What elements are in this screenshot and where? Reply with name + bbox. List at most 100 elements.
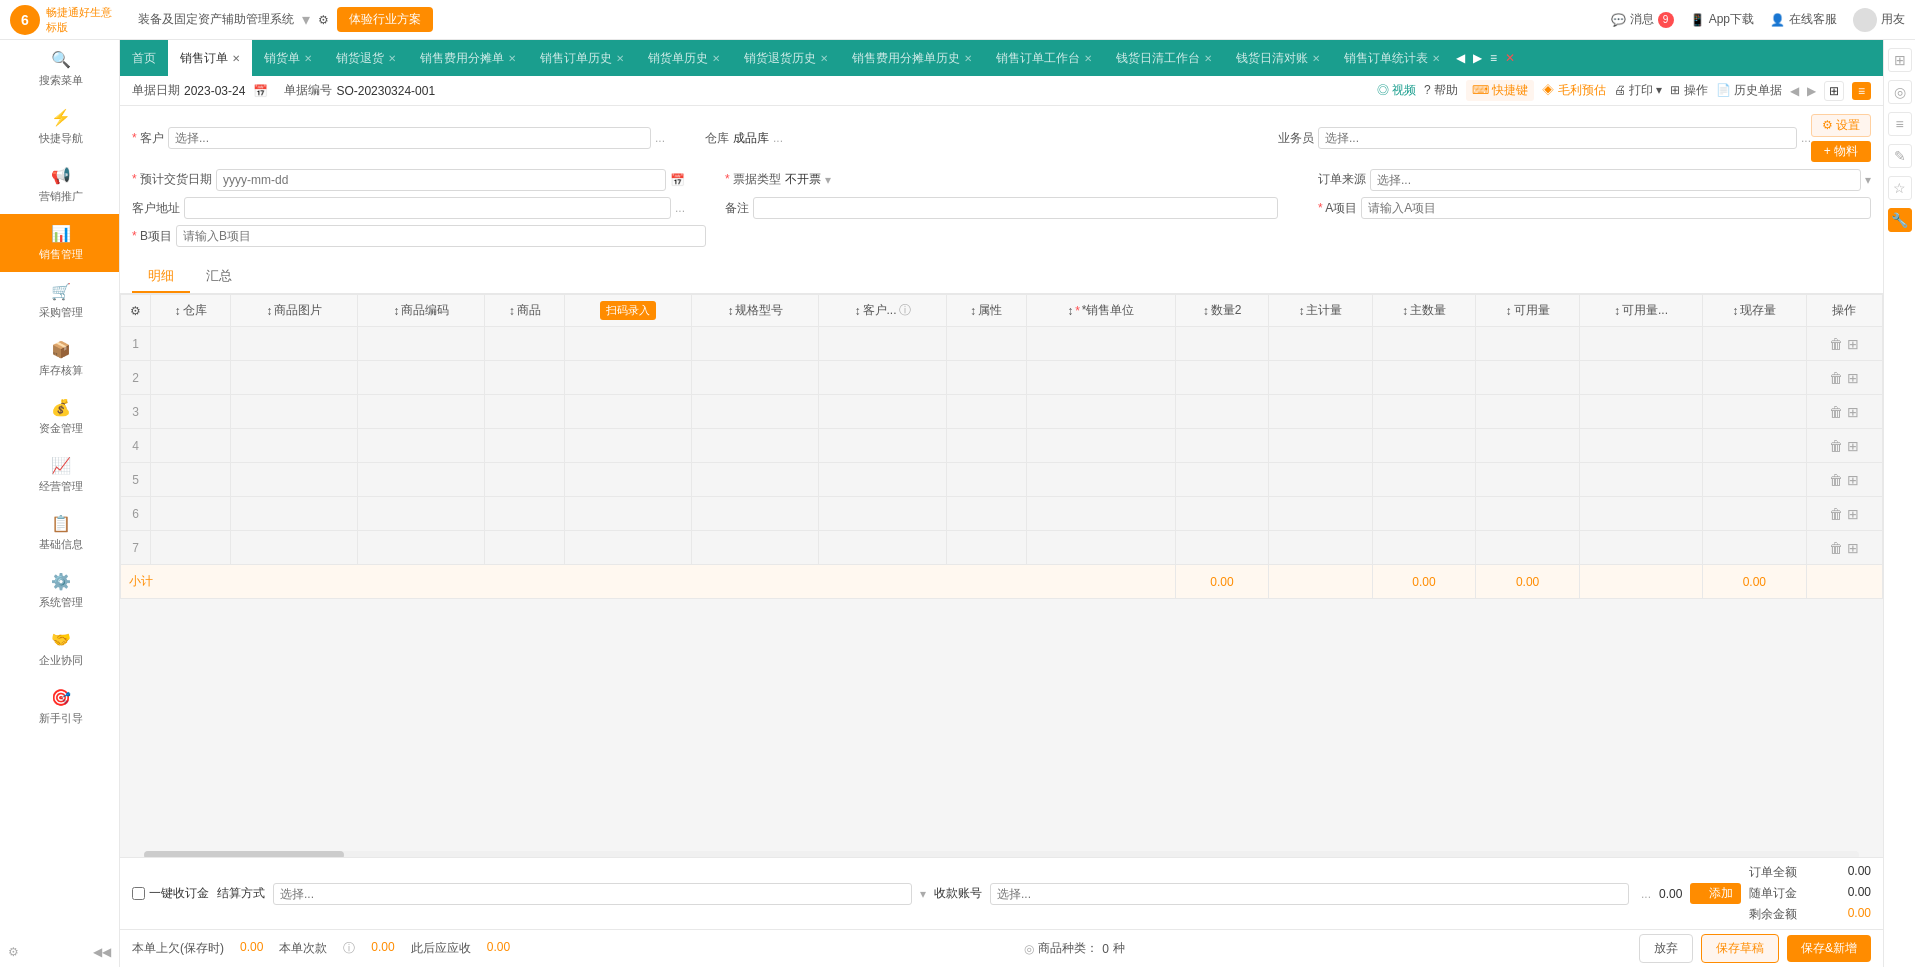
right-tool-5[interactable]: ☆ bbox=[1888, 176, 1912, 200]
tab-close-all[interactable]: ✕ bbox=[1501, 51, 1519, 65]
cell-unit-4[interactable] bbox=[1026, 429, 1175, 463]
cell-avail-1[interactable] bbox=[1476, 327, 1580, 361]
cell-unit-1[interactable] bbox=[1026, 327, 1175, 361]
cell-customer-code-2[interactable] bbox=[819, 361, 946, 395]
project-a-input[interactable] bbox=[1361, 197, 1871, 219]
cell-spec-1[interactable] bbox=[692, 327, 819, 361]
view-video-btn[interactable]: ◎ 视频 bbox=[1377, 82, 1416, 99]
cell-scan-7[interactable] bbox=[565, 531, 692, 565]
save-new-btn[interactable]: 保存&新增 bbox=[1787, 935, 1871, 962]
operations-btn[interactable]: ⊞ 操作 bbox=[1670, 82, 1707, 99]
note-input[interactable] bbox=[753, 197, 1278, 219]
nav-next-icon[interactable]: ▶ bbox=[1807, 84, 1816, 98]
cell-main-qty-4[interactable] bbox=[1372, 429, 1476, 463]
cell-product-1[interactable] bbox=[485, 327, 565, 361]
cell-qty2-6[interactable] bbox=[1175, 497, 1268, 531]
history-btn[interactable]: 📄 历史单据 bbox=[1716, 82, 1782, 99]
card-view-btn[interactable]: ≡ bbox=[1852, 82, 1871, 100]
cell-unit-3[interactable] bbox=[1026, 395, 1175, 429]
cell-scan-5[interactable] bbox=[565, 463, 692, 497]
cell-stock-2[interactable] bbox=[1703, 361, 1807, 395]
cell-product-3[interactable] bbox=[485, 395, 565, 429]
cell-image-3[interactable] bbox=[231, 395, 358, 429]
date-calendar-icon[interactable]: 📅 bbox=[253, 84, 268, 98]
cell-main-unit-4[interactable] bbox=[1269, 429, 1373, 463]
sidebar-item-collaboration[interactable]: 🤝 企业协同 bbox=[0, 620, 119, 678]
tab-stats[interactable]: 销售订单统计表 ✕ bbox=[1332, 40, 1452, 76]
cell-attr-5[interactable] bbox=[946, 463, 1026, 497]
settings-icon[interactable]: ⚙ bbox=[318, 13, 329, 27]
cell-main-unit-7[interactable] bbox=[1269, 531, 1373, 565]
cell-image-1[interactable] bbox=[231, 327, 358, 361]
bank-dots-icon[interactable]: ... bbox=[1641, 887, 1651, 901]
cell-attr-3[interactable] bbox=[946, 395, 1026, 429]
tab-nav-list[interactable]: ≡ bbox=[1486, 51, 1501, 65]
deposit-checkbox-label[interactable]: 一键收订金 bbox=[132, 885, 209, 902]
cell-warehouse-4[interactable] bbox=[151, 429, 231, 463]
copy-row-7-icon[interactable]: ⊞ bbox=[1847, 540, 1859, 556]
tab-reconcile-close[interactable]: ✕ bbox=[1312, 53, 1320, 64]
delete-row-3-icon[interactable]: 🗑 bbox=[1829, 404, 1843, 420]
grid-view-btn[interactable]: ⊞ bbox=[1824, 81, 1844, 101]
cell-avail-6[interactable] bbox=[1476, 497, 1580, 531]
cell-warehouse-2[interactable] bbox=[151, 361, 231, 395]
copy-row-3-icon[interactable]: ⊞ bbox=[1847, 404, 1859, 420]
tab-nav-prev[interactable]: ◀ bbox=[1452, 51, 1469, 65]
cell-warehouse-7[interactable] bbox=[151, 531, 231, 565]
cell-avail-more-1[interactable] bbox=[1579, 327, 1702, 361]
tab-workbench-close[interactable]: ✕ bbox=[1084, 53, 1092, 64]
right-tool-3[interactable]: ≡ bbox=[1888, 112, 1912, 136]
sidebar-item-basic-info[interactable]: 📋 基础信息 bbox=[0, 504, 119, 562]
tab-return[interactable]: 销货退货 ✕ bbox=[324, 40, 408, 76]
cell-attr-7[interactable] bbox=[946, 531, 1026, 565]
cell-product-4[interactable] bbox=[485, 429, 565, 463]
tab-sales-order-close[interactable]: ✕ bbox=[232, 53, 240, 64]
sidebar-item-search[interactable]: 🔍 搜索菜单 bbox=[0, 40, 119, 98]
cell-stock-4[interactable] bbox=[1703, 429, 1807, 463]
cell-unit-6[interactable] bbox=[1026, 497, 1175, 531]
industry-btn[interactable]: 体验行业方案 bbox=[337, 7, 433, 32]
cell-main-qty-7[interactable] bbox=[1372, 531, 1476, 565]
cell-main-qty-6[interactable] bbox=[1372, 497, 1476, 531]
cell-main-unit-6[interactable] bbox=[1269, 497, 1373, 531]
invoice-dropdown-icon[interactable]: ▾ bbox=[825, 173, 831, 187]
sidebar-item-guide[interactable]: 🎯 新手引导 bbox=[0, 678, 119, 736]
cell-spec-4[interactable] bbox=[692, 429, 819, 463]
cell-product-6[interactable] bbox=[485, 497, 565, 531]
tab-daily-clear[interactable]: 钱货日清工作台 ✕ bbox=[1104, 40, 1224, 76]
help-btn[interactable]: ? 帮助 bbox=[1424, 82, 1458, 99]
cell-main-unit-2[interactable] bbox=[1269, 361, 1373, 395]
cell-avail-more-5[interactable] bbox=[1579, 463, 1702, 497]
cell-code-6[interactable] bbox=[358, 497, 485, 531]
copy-row-6-icon[interactable]: ⊞ bbox=[1847, 506, 1859, 522]
cell-qty2-4[interactable] bbox=[1175, 429, 1268, 463]
cell-scan-6[interactable] bbox=[565, 497, 692, 531]
order-source-input[interactable] bbox=[1370, 169, 1861, 191]
cell-code-5[interactable] bbox=[358, 463, 485, 497]
tab-invoice-history[interactable]: 销货单历史 ✕ bbox=[636, 40, 732, 76]
cell-main-unit-3[interactable] bbox=[1269, 395, 1373, 429]
cell-qty2-2[interactable] bbox=[1175, 361, 1268, 395]
delete-row-7-icon[interactable]: 🗑 bbox=[1829, 540, 1843, 556]
sidebar-settings-icon[interactable]: ⚙ bbox=[8, 945, 19, 959]
cell-spec-5[interactable] bbox=[692, 463, 819, 497]
cell-code-4[interactable] bbox=[358, 429, 485, 463]
tab-expense-close[interactable]: ✕ bbox=[508, 53, 516, 64]
sidebar-collapse-icon[interactable]: ◀◀ bbox=[93, 945, 111, 959]
sidebar-item-sales[interactable]: 📊 销售管理 bbox=[0, 214, 119, 272]
cell-attr-2[interactable] bbox=[946, 361, 1026, 395]
cell-image-5[interactable] bbox=[231, 463, 358, 497]
tab-stats-close[interactable]: ✕ bbox=[1432, 53, 1440, 64]
cell-avail-2[interactable] bbox=[1476, 361, 1580, 395]
tab-workbench[interactable]: 销售订单工作台 ✕ bbox=[984, 40, 1104, 76]
cell-avail-more-7[interactable] bbox=[1579, 531, 1702, 565]
tab-order-history-close[interactable]: ✕ bbox=[616, 53, 624, 64]
right-tool-1[interactable]: ⊞ bbox=[1888, 48, 1912, 72]
delivery-calendar-icon[interactable]: 📅 bbox=[670, 173, 685, 187]
tab-expense[interactable]: 销售费用分摊单 ✕ bbox=[408, 40, 528, 76]
cell-scan-1[interactable] bbox=[565, 327, 692, 361]
tab-expense-history[interactable]: 销售费用分摊单历史 ✕ bbox=[840, 40, 984, 76]
sidebar-item-system[interactable]: ⚙️ 系统管理 bbox=[0, 562, 119, 620]
right-tool-6[interactable]: 🔧 bbox=[1888, 208, 1912, 232]
delete-row-6-icon[interactable]: 🗑 bbox=[1829, 506, 1843, 522]
